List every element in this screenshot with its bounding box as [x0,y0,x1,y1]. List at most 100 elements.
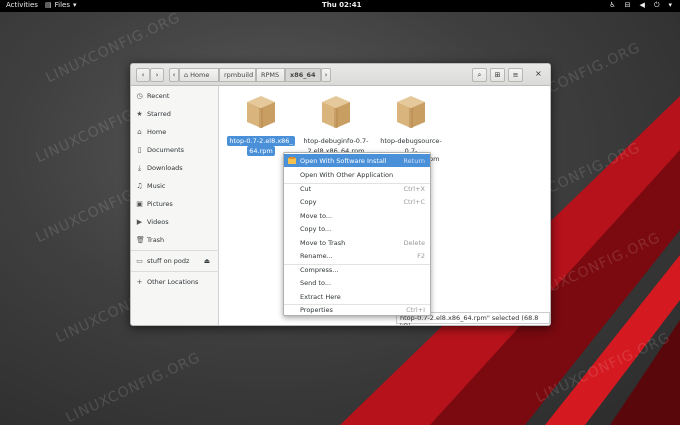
sidebar-item-label: Home [147,128,167,136]
prev-crumb-button[interactable]: ‹ [169,68,179,82]
video-icon: ▶ [136,218,143,226]
sidebar-item-recent[interactable]: ◷ Recent [131,89,219,103]
menu-item-label: Send to... [300,278,332,287]
menu-item-label: Cut [300,184,312,193]
system-tray[interactable]: ♿ ⊟ ◀ ⏻ ▾ [609,1,672,10]
back-button[interactable]: ‹ [136,68,150,82]
menu-item-copy[interactable]: Copy Ctrl+C [284,195,430,208]
sidebar-divider [131,271,219,272]
menu-item-cut[interactable]: Cut Ctrl+X [284,182,430,195]
sidebar-item-downloads[interactable]: ⤓ Downloads [131,161,219,175]
sidebar-item-stuff-on-podz[interactable]: ▭ stuff on podz ⏏ [131,254,219,268]
sidebar-item-label: stuff on podz [147,257,190,265]
menu-item-label: Open With Software Install [300,156,387,165]
breadcrumb-rpms[interactable]: RPMS [256,68,285,82]
file-item[interactable]: htop-debuginfo-0.7- 2.el8.x86_64.rpm [301,86,371,156]
eject-icon[interactable]: ⏏ [204,257,210,265]
menu-item-properties[interactable]: Properties Ctrl+I [284,303,430,316]
app-menu[interactable]: ▤ Files ▾ [45,1,77,9]
sidebar-divider [131,250,219,251]
menu-item-extract-here[interactable]: Extract Here [284,290,430,303]
trash-icon: 🗑 [136,236,145,244]
sidebar-item-label: Downloads [147,164,183,172]
sidebar-item-other-locations[interactable]: + Other Locations [131,275,219,289]
sidebar-item-home[interactable]: ⌂ Home [131,125,219,139]
menu-button[interactable]: ≡ [508,68,523,82]
file-item[interactable]: htop-0.7-2.el8.x86_ 64.rpm [226,86,296,156]
menu-item-open-with-software-install[interactable]: Open With Software Install Return [284,154,430,167]
accessibility-icon[interactable]: ♿ [609,1,615,10]
sidebar-item-label: Pictures [147,200,173,208]
menu-item-label: Properties [300,305,333,314]
next-crumb-button[interactable]: › [321,68,331,82]
search-button[interactable]: ⌕ [472,68,487,82]
menu-item-move-to[interactable]: Move to... [284,209,430,222]
power-icon[interactable]: ⏻ [654,1,660,10]
menu-item-label: Open With Other Application [300,170,394,179]
download-icon: ⤓ [137,163,142,172]
clock[interactable]: Thu 02:41 [322,1,361,9]
sidebar-item-label: Videos [147,218,169,226]
sidebar-item-trash[interactable]: 🗑 Trash [131,233,219,247]
music-icon: ♫ [136,182,143,190]
sidebar-item-label: Music [147,182,166,190]
software-install-icon [288,157,296,164]
menu-item-rename[interactable]: Rename... F2 [284,249,430,262]
sidebar-item-pictures[interactable]: ▣ Pictures [131,197,219,211]
files-app-icon: ▤ [45,1,52,9]
forward-button[interactable]: › [150,68,164,82]
context-menu: Open With Software Install Return Open W… [283,152,431,316]
view-options-button[interactable]: ⊞ [490,68,505,82]
menu-item-shortcut: Ctrl+C [403,197,425,206]
grid-view-icon: ⊞ [494,71,501,79]
menu-item-shortcut: F2 [417,251,425,260]
picture-icon: ▣ [136,200,143,208]
menu-item-label: Move to... [300,211,333,220]
sidebar-item-label: Recent [147,92,170,100]
package-icon [322,96,350,128]
breadcrumb-rpmbuild[interactable]: rpmbuild [219,68,256,82]
app-menu-label: Files [54,1,70,9]
plus-icon: + [136,278,143,286]
package-icon [397,96,425,128]
activities-button[interactable]: Activities [6,1,38,9]
menu-item-open-with-other-application[interactable]: Open With Other Application [284,168,430,181]
breadcrumb-home[interactable]: ⌂ Home [179,68,219,82]
file-name: htop-debuginfo-0.7- [303,137,369,145]
menu-item-shortcut: Ctrl+I [406,305,425,314]
breadcrumb-x86-64[interactable]: x86_64 [285,68,321,82]
menu-item-label: Move to Trash [300,238,346,247]
sidebar-item-label: Other Locations [147,278,199,286]
menu-item-copy-to[interactable]: Copy to... [284,222,430,235]
header-bar: ‹ › ‹ ⌂ Home rpmbuild RPMS x86_64 › ⌕ ⊞ … [131,64,550,86]
menu-item-move-to-trash[interactable]: Move to Trash Delete [284,236,430,249]
file-name: htop-0.7-2.el8.x86_ [227,136,295,146]
chevron-down-icon: ▾ [73,1,77,9]
menu-item-label: Copy to... [300,224,332,233]
document-icon: ▯ [137,146,142,154]
menu-item-label: Compress... [300,265,339,274]
package-icon [247,96,275,128]
clock-icon: ◷ [136,92,143,100]
hamburger-menu-icon: ≡ [512,71,519,79]
menu-item-shortcut: Return [403,156,425,165]
volume-icon[interactable]: ◀ [640,1,645,10]
sidebar-item-documents[interactable]: ▯ Documents [131,143,219,157]
search-icon: ⌕ [477,70,482,79]
breadcrumb-label: Home [190,71,210,79]
menu-item-label: Copy [300,197,317,206]
menu-item-send-to[interactable]: Send to... [284,276,430,289]
network-icon[interactable]: ⊟ [625,1,631,10]
home-icon: ⌂ [184,71,189,79]
sidebar: ◷ Recent ★ Starred ⌂ Home ▯ Documents ⤓ … [131,86,219,325]
menu-item-label: Extract Here [300,292,341,301]
close-button[interactable]: × [535,69,542,78]
menu-item-compress[interactable]: Compress... [284,263,430,276]
sidebar-item-starred[interactable]: ★ Starred [131,107,219,121]
sidebar-item-videos[interactable]: ▶ Videos [131,215,219,229]
star-icon: ★ [136,110,143,118]
menu-item-label: Rename... [300,251,333,260]
chevron-down-icon[interactable]: ▾ [668,1,672,10]
sidebar-item-label: Starred [147,110,171,118]
sidebar-item-music[interactable]: ♫ Music [131,179,219,193]
